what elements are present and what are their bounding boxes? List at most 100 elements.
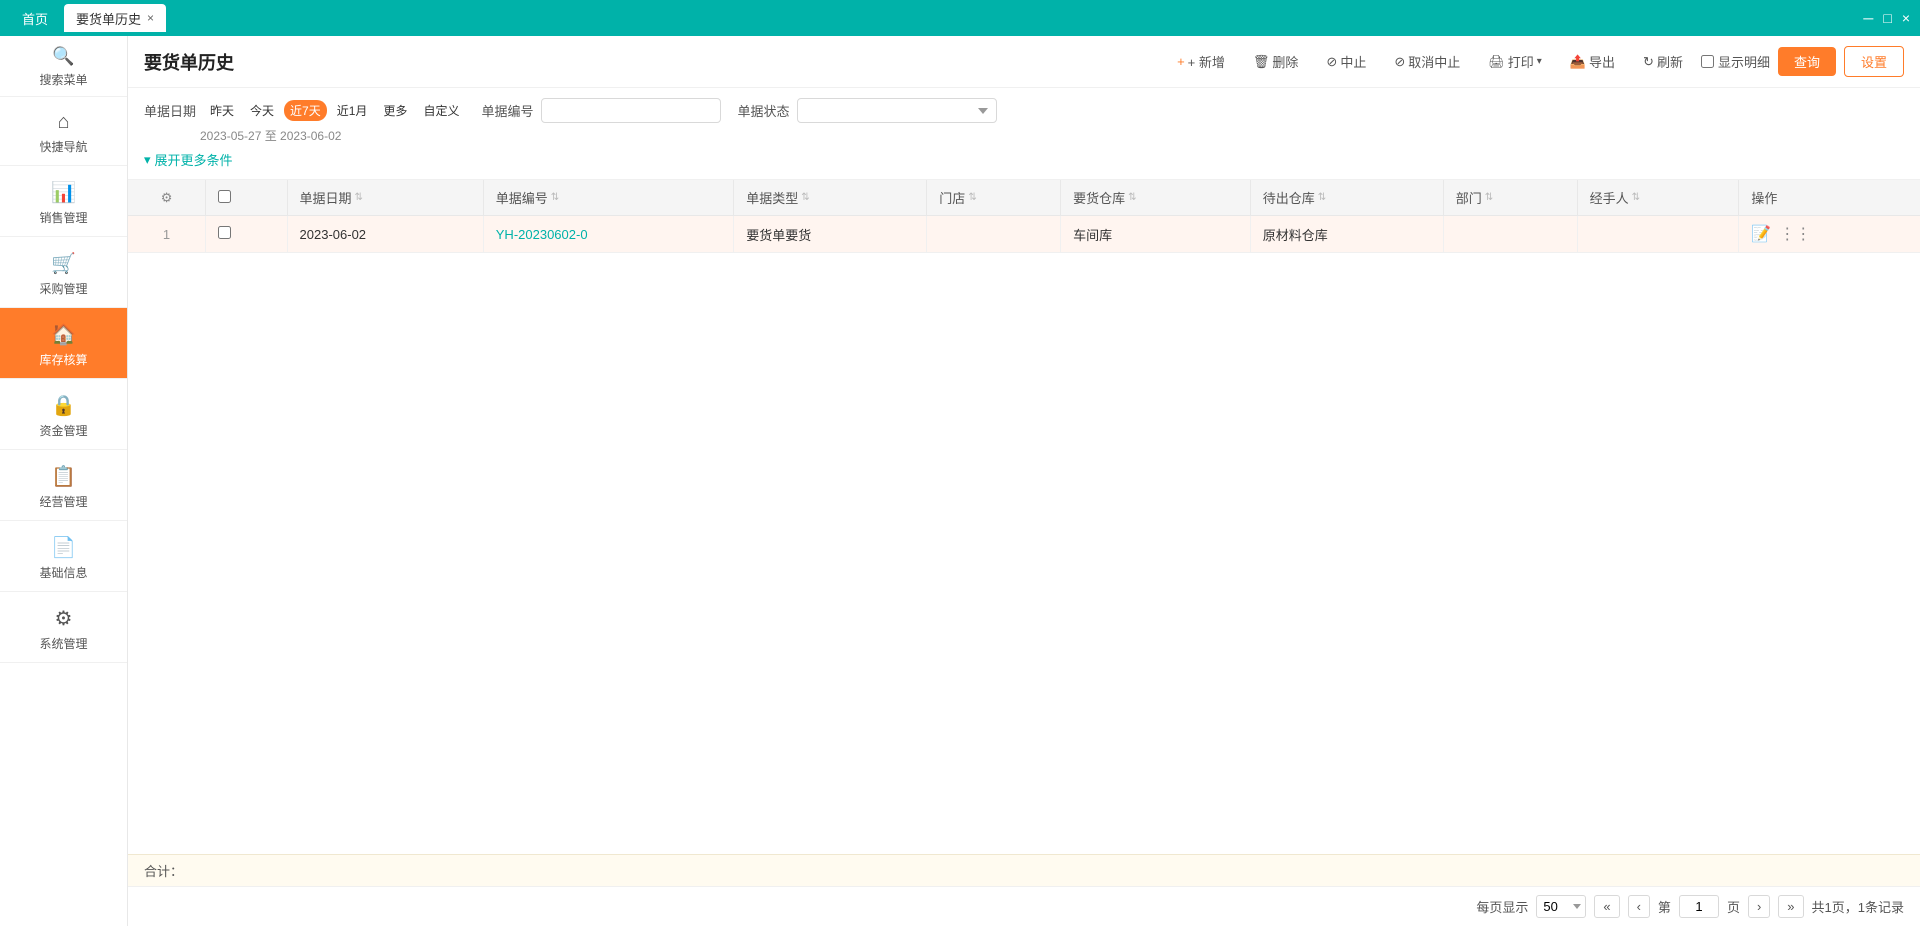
sort-icon-orderno: ⇅ <box>551 192 559 203</box>
system-icon: ⚙ <box>55 606 73 631</box>
order-no-filter-group: 单据编号 <box>481 98 721 123</box>
th-order-no[interactable]: 单据编号 ⇅ <box>483 180 733 216</box>
sidebar-item-finance[interactable]: 🔒 资金管理 <box>0 379 127 450</box>
shortcut-more[interactable]: 更多 <box>377 100 413 121</box>
sort-icon-store: ⇅ <box>968 192 976 203</box>
query-button[interactable]: 查询 <box>1778 47 1836 76</box>
th-order-type[interactable]: 单据类型 ⇅ <box>734 180 927 216</box>
sidebar-item-sales-label: 销售管理 <box>39 209 87 226</box>
row-checkbox[interactable] <box>218 226 231 239</box>
refresh-icon: ↻ <box>1643 54 1654 70</box>
last-page-btn[interactable]: » <box>1778 895 1803 918</box>
page-input[interactable] <box>1679 895 1719 918</box>
page-header: 要货单历史 + + 新增 🗑 删除 ⊘ 中止 ⊘ 取消中止 <box>128 36 1920 88</box>
sidebar-item-sales[interactable]: 📊 销售管理 <box>0 166 127 237</box>
shortcut-today[interactable]: 今天 <box>244 100 280 121</box>
td-handler <box>1577 216 1739 253</box>
status-label: 单据状态 <box>737 101 789 120</box>
status-filter-group: 单据状态 <box>737 98 997 123</box>
th-store[interactable]: 门店 ⇅ <box>927 180 1061 216</box>
sidebar-item-inventory-label: 库存核算 <box>39 351 87 368</box>
refresh-button[interactable]: ↻ 刷新 <box>1633 48 1693 75</box>
stop-button[interactable]: ⊘ 中止 <box>1316 48 1376 75</box>
pagination: 每页显示 10 20 50 100 « ‹ 第 页 › » 共1页，1条记录 <box>128 886 1920 926</box>
sort-icon-pendingwarehouse: ⇅ <box>1318 192 1326 203</box>
data-table: ⚙ 单据日期 ⇅ 单据编号 ⇅ <box>128 180 1920 253</box>
date-filter-label: 单据日期 <box>144 101 196 120</box>
per-page-select[interactable]: 10 20 50 100 <box>1536 895 1586 918</box>
sidebar-item-purchase-label: 采购管理 <box>39 280 87 297</box>
close-icon[interactable]: × <box>147 11 154 25</box>
table-header-row: ⚙ 单据日期 ⇅ 单据编号 ⇅ <box>128 180 1920 216</box>
date-range-text: 2023-05-27 至 2023-06-02 <box>200 127 341 144</box>
print-button[interactable]: 🖨 打印 ▾ <box>1478 48 1552 75</box>
purchase-icon: 🛒 <box>51 251 76 276</box>
date-shortcuts: 昨天 今天 近7天 近1月 更多 自定义 <box>204 100 465 121</box>
th-handler[interactable]: 经手人 ⇅ <box>1577 180 1739 216</box>
delete-button[interactable]: 🗑 删除 <box>1243 48 1309 75</box>
tab-active[interactable]: 要货单历史 × <box>64 4 166 32</box>
sidebar-item-inventory[interactable]: 🏠 库存核算 <box>0 308 127 379</box>
operation-icon: 📋 <box>51 464 76 489</box>
print-dropdown-icon: ▾ <box>1537 56 1542 67</box>
shortcut-1month[interactable]: 近1月 <box>331 100 374 121</box>
tab-home[interactable]: 首页 <box>10 4 60 32</box>
sidebar-item-base[interactable]: 📄 基础信息 <box>0 521 127 592</box>
th-date[interactable]: 单据日期 ⇅ <box>287 180 483 216</box>
content-area: 要货单历史 + + 新增 🗑 删除 ⊘ 中止 ⊘ 取消中止 <box>128 36 1920 926</box>
minimize-icon[interactable]: ─ <box>1863 10 1873 26</box>
settings-button[interactable]: 设置 <box>1844 46 1904 77</box>
td-num: 1 <box>128 216 206 253</box>
th-checkbox[interactable] <box>206 180 288 216</box>
summary-label: 合计： <box>144 864 183 879</box>
next-page-btn[interactable]: › <box>1748 895 1770 918</box>
shortcut-yesterday[interactable]: 昨天 <box>204 100 240 121</box>
show-detail-checkbox[interactable]: 显示明细 <box>1701 52 1770 71</box>
td-order-type: 要货单要货 <box>734 216 927 253</box>
inventory-icon: 🏠 <box>51 322 76 347</box>
new-button[interactable]: + + 新增 <box>1167 48 1235 75</box>
shortcut-7days[interactable]: 近7天 <box>284 100 327 121</box>
th-settings[interactable]: ⚙ <box>128 180 206 216</box>
filter-row: 单据日期 昨天 今天 近7天 近1月 更多 自定义 单据编号 单据状态 <box>144 98 1904 123</box>
tab-home-label: 首页 <box>22 9 48 28</box>
status-select[interactable] <box>797 98 997 123</box>
show-detail-input[interactable] <box>1701 55 1714 68</box>
td-date: 2023-06-02 <box>287 216 483 253</box>
finance-icon: 🔒 <box>51 393 76 418</box>
th-req-warehouse[interactable]: 要货仓库 ⇅ <box>1061 180 1251 216</box>
sidebar-item-finance-label: 资金管理 <box>39 422 87 439</box>
sidebar-item-shortcut[interactable]: ⌂ 快捷导航 <box>0 97 127 166</box>
new-icon: + <box>1177 54 1185 69</box>
order-no-link[interactable]: YH-20230602-0 <box>496 227 588 242</box>
export-button[interactable]: 📤 导出 <box>1560 48 1625 75</box>
shortcut-custom[interactable]: 自定义 <box>417 100 465 121</box>
td-checkbox[interactable] <box>206 216 288 253</box>
sales-icon: 📊 <box>51 180 76 205</box>
sidebar-search[interactable]: 🔍 搜索菜单 <box>0 36 127 97</box>
sort-icon-date: ⇅ <box>355 192 363 203</box>
order-no-input[interactable] <box>541 98 721 123</box>
sidebar-item-purchase[interactable]: 🛒 采购管理 <box>0 237 127 308</box>
sidebar-item-operation-label: 经营管理 <box>39 493 87 510</box>
more-icon[interactable]: ⋮⋮ <box>1779 224 1811 244</box>
sidebar-item-shortcut-label: 快捷导航 <box>39 138 87 155</box>
cancel-stop-button[interactable]: ⊘ 取消中止 <box>1384 48 1470 75</box>
search-label: 搜索菜单 <box>39 71 87 88</box>
expand-icon: ▾ <box>144 152 151 168</box>
total-info: 共1页，1条记录 <box>1812 897 1904 916</box>
sidebar-item-operation[interactable]: 📋 经营管理 <box>0 450 127 521</box>
window-close-icon[interactable]: × <box>1902 10 1910 26</box>
sort-icon-type: ⇅ <box>801 192 809 203</box>
th-department[interactable]: 部门 ⇅ <box>1443 180 1577 216</box>
first-page-btn[interactable]: « <box>1594 895 1619 918</box>
edit-icon[interactable]: 📝 <box>1751 224 1771 244</box>
select-all-checkbox[interactable] <box>218 190 231 203</box>
maximize-icon[interactable]: □ <box>1883 10 1891 26</box>
th-pending-warehouse[interactable]: 待出仓库 ⇅ <box>1250 180 1443 216</box>
footer-summary: 合计： <box>128 854 1920 886</box>
prev-page-btn[interactable]: ‹ <box>1628 895 1650 918</box>
base-icon: 📄 <box>51 535 76 560</box>
expand-more[interactable]: ▾ 展开更多条件 <box>144 150 1904 169</box>
sidebar-item-system[interactable]: ⚙ 系统管理 <box>0 592 127 663</box>
